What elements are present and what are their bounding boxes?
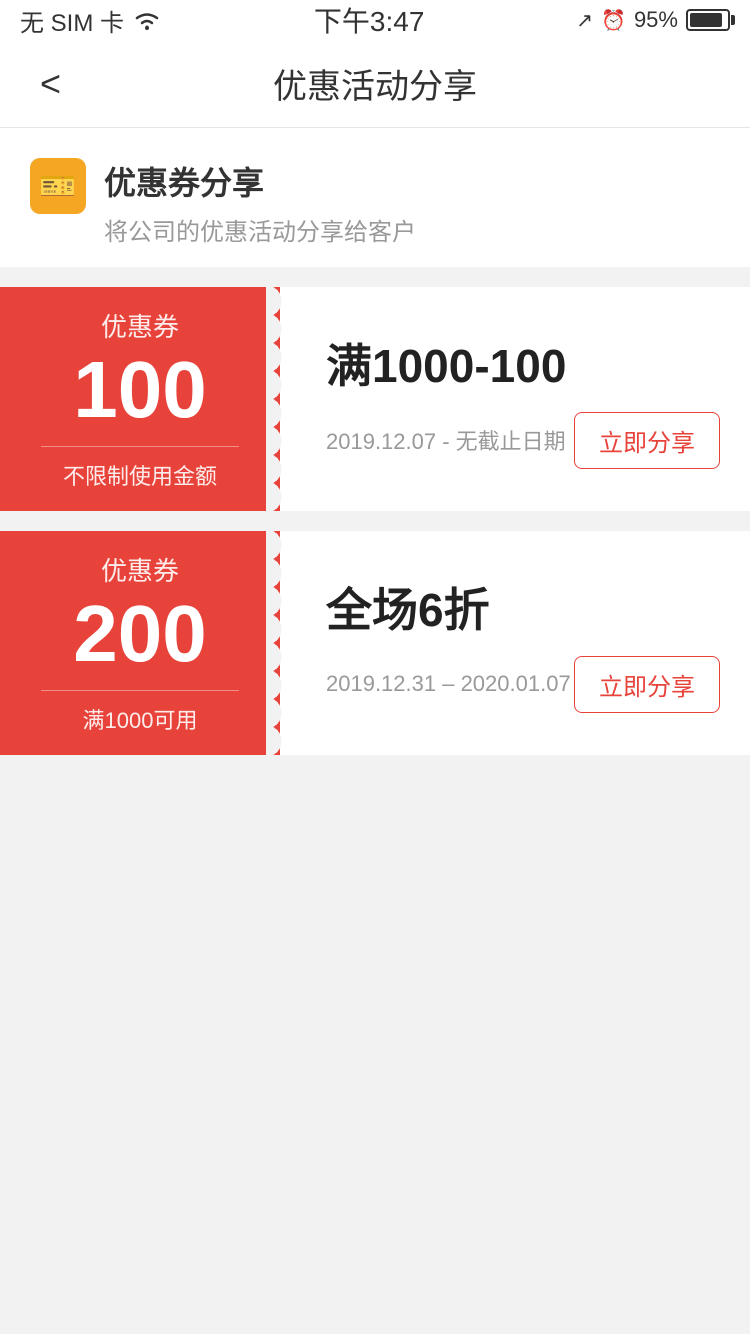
coupon-right-1: 全场6折 2019.12.31 – 2020.01.07 立即分享	[280, 531, 750, 755]
coupon-share-button-1[interactable]: 立即分享	[574, 656, 720, 713]
coupon-divider-1	[41, 690, 239, 691]
coupon-bottom-row-0: 2019.12.07 - 无截止日期 立即分享	[326, 412, 720, 469]
carrier-label: 无 SIM 卡	[20, 3, 124, 38]
coupon-left-0: 优惠券 100 不限制使用金额	[0, 287, 280, 511]
status-time: 下午3:47	[314, 0, 425, 40]
coupon-date-0: 2019.12.07 - 无截止日期	[326, 424, 566, 456]
coupon-amount-1: 200	[73, 594, 206, 674]
status-bar: 无 SIM 卡 下午3:47 ↗ ⏰ 95%	[0, 0, 750, 40]
status-right: ↗ ⏰ 95%	[576, 7, 730, 33]
section-title: 优惠券分享	[104, 158, 416, 204]
section-icon: 🎫	[30, 158, 86, 214]
coupon-divider-0	[41, 446, 239, 447]
coupon-condition-0: 不限制使用金额	[63, 459, 217, 491]
section-subtitle: 将公司的优惠活动分享给客户	[104, 212, 416, 247]
alarm-icon: ⏰	[601, 8, 626, 33]
coupon-name-0: 满1000-100	[326, 330, 720, 396]
wifi-icon	[132, 9, 162, 31]
coupon-name-1: 全场6折	[326, 574, 720, 640]
coupon-list: 优惠券 100 不限制使用金额 满1000-100 2019.12.07 - 无…	[0, 287, 750, 775]
nav-bar: < 优惠活动分享	[0, 40, 750, 128]
coupon-card: 优惠券 200 满1000可用 全场6折 2019.12.31 – 2020.0…	[0, 531, 750, 755]
coupon-card: 优惠券 100 不限制使用金额 满1000-100 2019.12.07 - 无…	[0, 287, 750, 511]
location-icon: ↗	[576, 8, 593, 33]
coupon-label-1: 优惠券	[101, 551, 179, 588]
coupon-right-0: 满1000-100 2019.12.07 - 无截止日期 立即分享	[280, 287, 750, 511]
coupon-bottom-row-1: 2019.12.31 – 2020.01.07 立即分享	[326, 656, 720, 713]
back-button[interactable]: <	[30, 53, 71, 115]
section-header: 🎫 优惠券分享 将公司的优惠活动分享给客户	[0, 128, 750, 267]
coupon-condition-1: 满1000可用	[83, 703, 198, 735]
page-title: 优惠活动分享	[273, 59, 477, 108]
battery-percent: 95%	[634, 7, 678, 33]
coupon-left-1: 优惠券 200 满1000可用	[0, 531, 280, 755]
coupon-share-button-0[interactable]: 立即分享	[574, 412, 720, 469]
section-text-group: 优惠券分享 将公司的优惠活动分享给客户	[104, 158, 416, 247]
coupon-amount-0: 100	[73, 350, 206, 430]
battery-icon	[686, 9, 730, 31]
coupon-date-1: 2019.12.31 – 2020.01.07	[326, 671, 571, 697]
coupon-label-0: 优惠券	[101, 307, 179, 344]
status-left: 无 SIM 卡	[20, 3, 162, 38]
